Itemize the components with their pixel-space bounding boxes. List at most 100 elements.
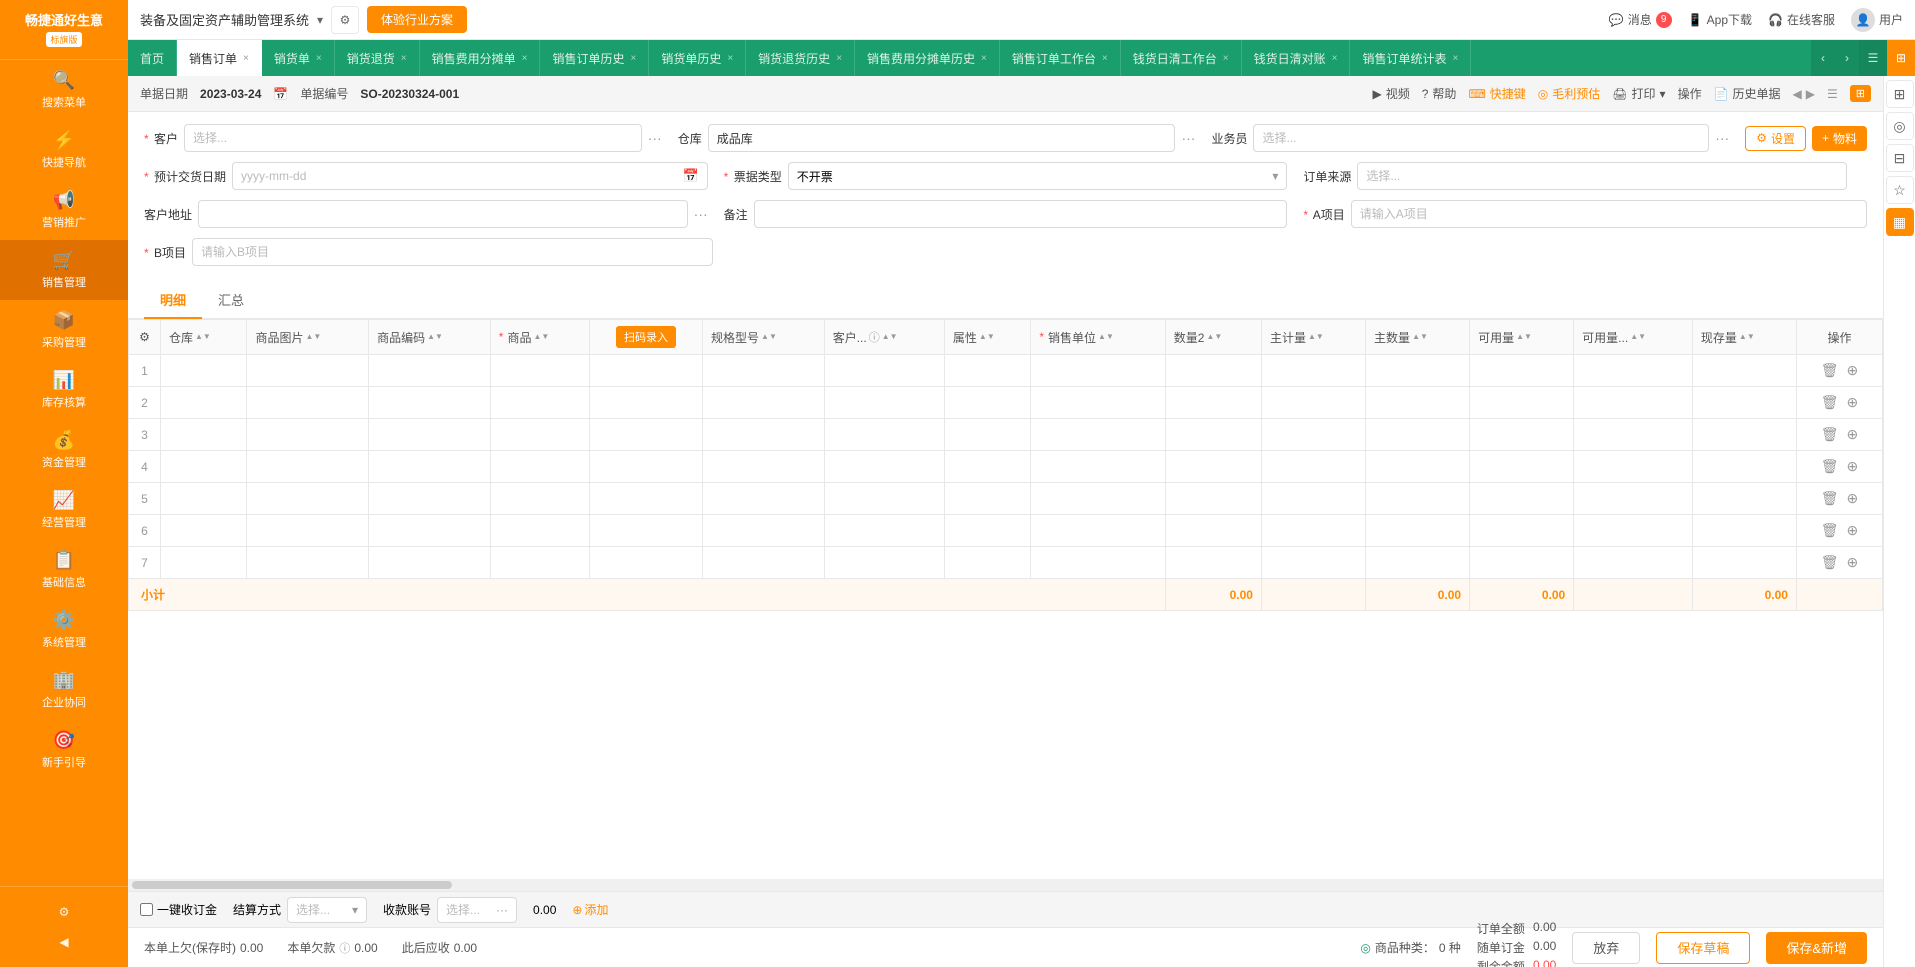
remarks-input[interactable] — [754, 200, 1288, 228]
row-5-customer-code[interactable] — [824, 483, 944, 515]
row-7-avail-qty2[interactable] — [1574, 547, 1693, 579]
row-5-product[interactable] — [490, 483, 589, 515]
table-wrapper[interactable]: ⚙ 仓库▲▼ 商品图片▲▼ 商品编码▲▼ — [128, 319, 1883, 879]
row-1-qty2[interactable] — [1165, 355, 1261, 387]
row-4-qty2[interactable] — [1165, 451, 1261, 483]
help-btn[interactable]: ? 帮助 — [1422, 85, 1457, 102]
row-7-main-unit[interactable] — [1261, 547, 1365, 579]
message-btn[interactable]: 💬 消息 9 — [1609, 11, 1672, 28]
sidebar-item-quicknav[interactable]: ⚡ 快捷导航 — [0, 120, 128, 180]
row-2-copy-btn[interactable]: ⊕ — [1845, 392, 1861, 413]
th-spec-sort[interactable]: ▲▼ — [761, 333, 777, 341]
row-4-copy-btn[interactable]: ⊕ — [1845, 456, 1861, 477]
row-7-delete-btn[interactable]: 🗑 — [1819, 552, 1841, 573]
row-7-copy-btn[interactable]: ⊕ — [1845, 552, 1861, 573]
customer-expand-btn[interactable]: ··· — [648, 130, 662, 146]
row-2-customer-code[interactable] — [824, 387, 944, 419]
tab-daily-workbench-close[interactable]: × — [1223, 53, 1229, 64]
tab-daily-workbench[interactable]: 钱货日清工作台 × — [1121, 40, 1242, 76]
address-input[interactable] — [198, 200, 688, 228]
row-4-delete-btn[interactable]: 🗑 — [1819, 456, 1841, 477]
row-4-img[interactable] — [247, 451, 369, 483]
tab-sales-cost-history[interactable]: 销售费用分摊单历史 × — [855, 40, 1000, 76]
right-panel-icon-1[interactable]: ⊞ — [1886, 80, 1914, 108]
row-6-unit[interactable] — [1031, 515, 1165, 547]
tab-sales-order-close[interactable]: × — [243, 53, 249, 64]
project-a-input[interactable] — [1351, 200, 1867, 228]
right-panel-icon-4[interactable]: ☆ — [1886, 176, 1914, 204]
tab-sales-workbench[interactable]: 销售订单工作台 × — [1000, 40, 1121, 76]
account-dots[interactable]: ··· — [496, 903, 508, 917]
payment-value[interactable]: 选择... — [296, 901, 352, 918]
row-6-attr[interactable] — [944, 515, 1030, 547]
right-panel-icon-3[interactable]: ⊟ — [1886, 144, 1914, 172]
salesman-input[interactable] — [1253, 124, 1709, 152]
th-current-qty-sort[interactable]: ▲▼ — [1739, 333, 1755, 341]
topbar-settings-btn[interactable]: ⚙ — [331, 6, 359, 34]
profit-btn[interactable]: ◎ 毛利预估 — [1538, 85, 1601, 102]
sidebar-item-enterprise[interactable]: 🏢 企业协同 — [0, 660, 128, 720]
row-3-warehouse[interactable] — [161, 419, 247, 451]
row-4-main-qty[interactable] — [1366, 451, 1470, 483]
tab-sales-cost[interactable]: 销售费用分摊单 × — [420, 40, 541, 76]
row-1-avail-qty[interactable] — [1470, 355, 1574, 387]
row-6-avail-qty[interactable] — [1470, 515, 1574, 547]
row-7-unit[interactable] — [1031, 547, 1165, 579]
add-account-btn[interactable]: ⊕ 添加 — [572, 901, 608, 918]
row-5-current-qty[interactable] — [1692, 483, 1796, 515]
row-4-avail-qty[interactable] — [1470, 451, 1574, 483]
row-2-qty2[interactable] — [1165, 387, 1261, 419]
row-7-warehouse[interactable] — [161, 547, 247, 579]
row-1-unit[interactable] — [1031, 355, 1165, 387]
row-6-current-qty[interactable] — [1692, 515, 1796, 547]
customer-input[interactable] — [184, 124, 642, 152]
navtabs-menu[interactable]: ☰ — [1859, 40, 1887, 76]
row-4-unit[interactable] — [1031, 451, 1165, 483]
row-4-main-unit[interactable] — [1261, 451, 1365, 483]
row-4-avail-qty2[interactable] — [1574, 451, 1693, 483]
tab-sales-return[interactable]: 销货退货 × — [335, 40, 420, 76]
row-1-spec[interactable] — [703, 355, 825, 387]
th-main-qty-sort[interactable]: ▲▼ — [1412, 333, 1428, 341]
row-6-delete-btn[interactable]: 🗑 — [1819, 520, 1841, 541]
tab-sales-goods-close[interactable]: × — [316, 53, 322, 64]
row-3-code[interactable] — [369, 419, 491, 451]
tab-sales-goods-history-close[interactable]: × — [727, 53, 733, 64]
sidebar-item-marketing[interactable]: 📢 营销推广 — [0, 180, 128, 240]
row-3-avail-qty2[interactable] — [1574, 419, 1693, 451]
row-6-main-qty[interactable] — [1366, 515, 1470, 547]
row-3-main-qty[interactable] — [1366, 419, 1470, 451]
row-4-product[interactable] — [490, 451, 589, 483]
row-1-main-unit[interactable] — [1261, 355, 1365, 387]
row-5-copy-btn[interactable]: ⊕ — [1845, 488, 1861, 509]
print-dropdown-icon[interactable]: ▾ — [1660, 87, 1666, 101]
scan-btn[interactable]: 扫码录入 — [616, 326, 676, 348]
sidebar-settings-btn[interactable]: ⚙ — [0, 897, 128, 927]
row-2-avail-qty[interactable] — [1470, 387, 1574, 419]
row-2-attr[interactable] — [944, 387, 1030, 419]
tab-summary[interactable]: 汇总 — [202, 282, 260, 319]
th-sales-unit-sort[interactable]: ▲▼ — [1098, 333, 1114, 341]
th-qty2-sort[interactable]: ▲▼ — [1206, 333, 1222, 341]
tab-sales-cost-history-close[interactable]: × — [981, 53, 987, 64]
order-source-input[interactable] — [1357, 162, 1847, 190]
row-6-spec[interactable] — [703, 515, 825, 547]
row-6-copy-btn[interactable]: ⊕ — [1845, 520, 1861, 541]
solution-btn[interactable]: 体验行业方案 — [367, 6, 467, 33]
tab-sales-order-history[interactable]: 销售订单历史 × — [540, 40, 649, 76]
row-7-spec[interactable] — [703, 547, 825, 579]
row-2-avail-qty2[interactable] — [1574, 387, 1693, 419]
row-5-warehouse[interactable] — [161, 483, 247, 515]
row-2-warehouse[interactable] — [161, 387, 247, 419]
row-2-code[interactable] — [369, 387, 491, 419]
row-3-product[interactable] — [490, 419, 589, 451]
sidebar-item-purchase[interactable]: 📦 采购管理 — [0, 300, 128, 360]
sidebar-item-finance[interactable]: 💰 资金管理 — [0, 420, 128, 480]
row-3-main-unit[interactable] — [1261, 419, 1365, 451]
scrollbar-thumb[interactable] — [132, 881, 452, 889]
row-1-current-qty[interactable] — [1692, 355, 1796, 387]
right-panel-icon-5[interactable]: ▦ — [1886, 208, 1914, 236]
one-click-input[interactable] — [140, 903, 153, 916]
payment-dropdown-icon[interactable]: ▾ — [352, 903, 358, 917]
tab-daily-reconcile[interactable]: 钱货日清对账 × — [1242, 40, 1351, 76]
